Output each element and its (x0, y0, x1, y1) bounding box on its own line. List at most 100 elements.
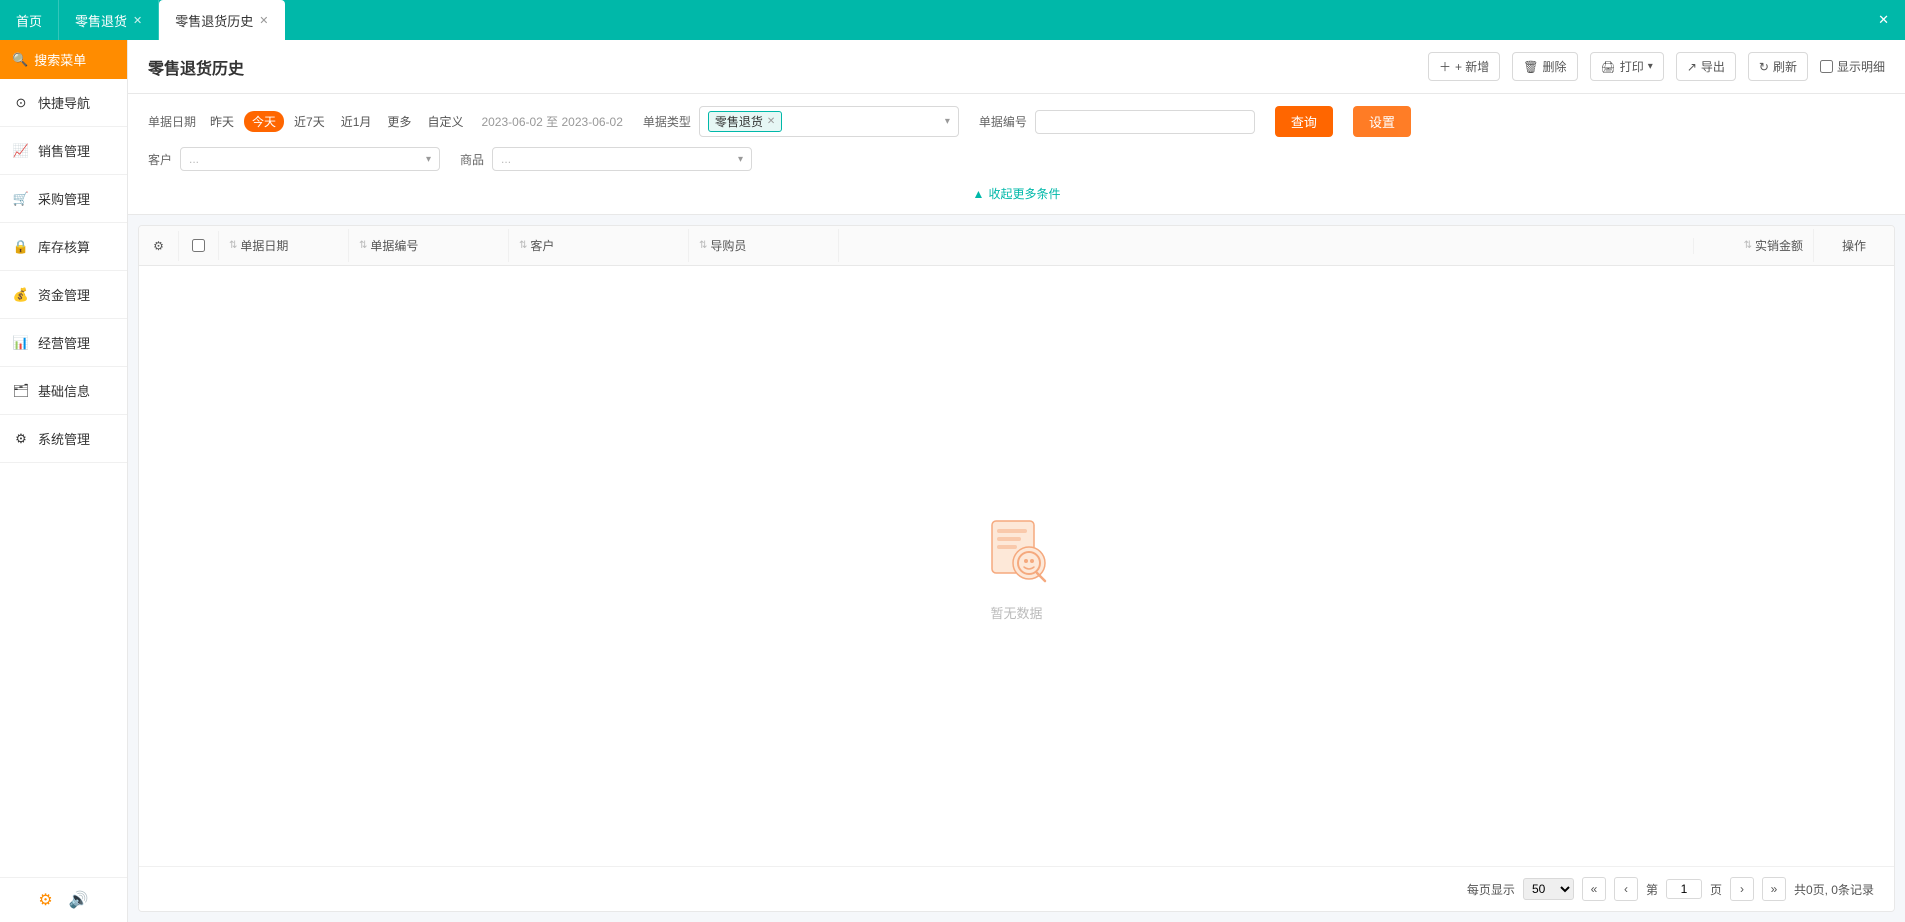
page-size-label: 每页显示 (1467, 881, 1515, 898)
sales-icon: 📈 (12, 142, 30, 160)
page-label: 第 (1646, 881, 1658, 898)
page-unit: 页 (1710, 881, 1722, 898)
purchase-icon: 🛒 (12, 190, 30, 208)
date-opt-1month[interactable]: 近1月 (335, 111, 378, 132)
date-filter-label: 单据日期 (148, 113, 196, 130)
voucher-type-dropdown-arrow: ▾ (945, 116, 950, 127)
sidebar-item-inventory[interactable]: 🔒 库存核算 (0, 223, 127, 271)
toolbar: ＋ + 新增 🗑 删除 🖨 打印 ▾ ↗ 导出 ↻ (1428, 52, 1885, 81)
voucher-type-filter-group: 单据类型 零售退货 ✕ ▾ (643, 106, 959, 137)
home-icon: ⊙ (12, 94, 30, 112)
filter-area: 单据日期 昨天 今天 近7天 近1月 更多 自定义 2023-06-02 至 2… (128, 94, 1905, 215)
export-button[interactable]: ↗ 导出 (1676, 52, 1736, 81)
sort-icon-customer[interactable]: ⇅ (519, 240, 527, 251)
refresh-icon: ↻ (1759, 60, 1769, 74)
current-page-input[interactable] (1666, 879, 1702, 899)
date-opt-custom[interactable]: 自定义 (421, 111, 469, 132)
date-opt-7days[interactable]: 近7天 (288, 111, 331, 132)
goods-select[interactable]: ... ▾ (492, 147, 752, 171)
th-date: ⇅ 单据日期 (219, 229, 349, 262)
content-area: 零售退货历史 ＋ + 新增 🗑 删除 🖨 打印 ▾ ↗ 导出 (128, 40, 1905, 922)
th-customer: ⇅ 客户 (509, 229, 689, 262)
date-filter-group: 单据日期 昨天 今天 近7天 近1月 更多 自定义 2023-06-02 至 2… (148, 111, 623, 132)
audio-icon-btn[interactable]: 🔊 (69, 890, 89, 910)
page-size-select[interactable]: 50 10 20 100 (1523, 878, 1574, 900)
sort-icon-guide[interactable]: ⇅ (699, 240, 707, 251)
collapse-icon: ▲ (973, 187, 985, 201)
query-button[interactable]: 查询 (1275, 106, 1333, 137)
customer-select[interactable]: ... ▾ (180, 147, 440, 171)
prev-page-button[interactable]: ‹ (1614, 877, 1638, 901)
delete-button[interactable]: 🗑 删除 (1512, 52, 1577, 81)
system-icon: ⚙ (12, 430, 30, 448)
sidebar-item-quick-nav[interactable]: ⊙ 快捷导航 (0, 79, 127, 127)
basic-icon: 🗂 (12, 382, 30, 400)
table-area: ⚙ ⇅ 单据日期 ⇅ 单据编号 ⇅ 客户 ⇅ (138, 225, 1895, 912)
sidebar-item-finance[interactable]: 💰 资金管理 (0, 271, 127, 319)
sort-icon-amount[interactable]: ⇅ (1744, 240, 1752, 251)
print-dropdown-icon: ▾ (1648, 61, 1653, 72)
page-header: 零售退货历史 ＋ + 新增 🗑 删除 🖨 打印 ▾ ↗ 导出 (128, 40, 1905, 94)
voucher-no-filter-group: 单据编号 (979, 110, 1255, 134)
close-tab-retail-return-history[interactable]: ✕ (259, 14, 268, 27)
first-page-button[interactable]: « (1582, 877, 1606, 901)
sidebar-item-operations[interactable]: 📊 经营管理 (0, 319, 127, 367)
delete-icon: 🗑 (1523, 60, 1538, 74)
customer-filter-group: 客户 ... ▾ (148, 147, 440, 171)
customer-label: 客户 (148, 151, 172, 168)
finance-icon: 💰 (12, 286, 30, 304)
sidebar-item-sales[interactable]: 📈 销售管理 (0, 127, 127, 175)
date-opt-today[interactable]: 今天 (244, 111, 284, 132)
date-range-display: 2023-06-02 至 2023-06-02 (481, 113, 622, 130)
th-actions: 操作 (1814, 229, 1894, 262)
refresh-button[interactable]: ↻ 刷新 (1748, 52, 1808, 81)
th-checkbox[interactable] (179, 231, 219, 260)
sort-icon-date[interactable]: ⇅ (229, 240, 237, 251)
empty-icon (977, 511, 1057, 591)
date-options: 昨天 今天 近7天 近1月 更多 自定义 (204, 111, 469, 132)
next-page-button[interactable]: › (1730, 877, 1754, 901)
tab-retail-return-history[interactable]: 零售退货历史 ✕ (159, 0, 285, 40)
print-button[interactable]: 🖨 打印 ▾ (1590, 52, 1664, 81)
collapse-filter-button[interactable]: ▲ 收起更多条件 (148, 181, 1885, 206)
settings-icon-btn[interactable]: ⚙ (38, 890, 52, 910)
print-icon: 🖨 (1601, 60, 1616, 74)
main-layout: 🔍 搜索菜单 ⊙ 快捷导航 📈 销售管理 🛒 采购管理 🔒 库存核算 💰 资金管… (0, 40, 1905, 922)
top-bar: 首页 零售退货 ✕ 零售退货历史 ✕ ✕ (0, 0, 1905, 40)
settings-icon: ⚙ (153, 239, 164, 253)
voucher-no-label: 单据编号 (979, 113, 1027, 130)
th-settings[interactable]: ⚙ (139, 231, 179, 261)
empty-state: 暂无数据 (139, 266, 1894, 866)
voucher-type-tag-close[interactable]: ✕ (767, 116, 775, 127)
customer-dropdown-arrow: ▾ (426, 154, 431, 165)
tab-home[interactable]: 首页 (0, 0, 59, 40)
sidebar-bottom: ⚙ 🔊 (0, 877, 127, 922)
window-close-button[interactable]: ✕ (1878, 12, 1905, 28)
show-detail-checkbox-label[interactable]: 显示明细 (1820, 58, 1885, 75)
date-opt-yesterday[interactable]: 昨天 (204, 111, 240, 132)
sort-icon-no[interactable]: ⇅ (359, 240, 367, 251)
export-icon: ↗ (1687, 60, 1697, 74)
sidebar-search[interactable]: 🔍 搜索菜单 (0, 40, 127, 79)
date-opt-more[interactable]: 更多 (381, 111, 417, 132)
tab-retail-return[interactable]: 零售退货 ✕ (59, 0, 159, 40)
operations-icon: 📊 (12, 334, 30, 352)
filter-row-1: 单据日期 昨天 今天 近7天 近1月 更多 自定义 2023-06-02 至 2… (148, 106, 1885, 137)
page-title: 零售退货历史 (148, 55, 244, 79)
last-page-button[interactable]: » (1762, 877, 1786, 901)
voucher-no-input[interactable] (1035, 110, 1255, 134)
goods-label: 商品 (460, 151, 484, 168)
close-tab-retail-return[interactable]: ✕ (133, 14, 142, 27)
pagination: 每页显示 50 10 20 100 « ‹ 第 页 › » 共0页, 0条记录 (139, 866, 1894, 911)
sidebar-item-system[interactable]: ⚙ 系统管理 (0, 415, 127, 463)
setting-button[interactable]: 设置 (1353, 106, 1411, 137)
sidebar: 🔍 搜索菜单 ⊙ 快捷导航 📈 销售管理 🛒 采购管理 🔒 库存核算 💰 资金管… (0, 40, 128, 922)
voucher-type-select[interactable]: 零售退货 ✕ ▾ (699, 106, 959, 137)
select-all-checkbox[interactable] (192, 239, 205, 252)
sidebar-item-basic[interactable]: 🗂 基础信息 (0, 367, 127, 415)
sidebar-item-purchase[interactable]: 🛒 采购管理 (0, 175, 127, 223)
add-button[interactable]: ＋ + 新增 (1428, 52, 1500, 81)
th-amount: ⇅ 实销金额 (1694, 229, 1814, 262)
goods-dropdown-arrow: ▾ (738, 154, 743, 165)
show-detail-checkbox[interactable] (1820, 60, 1833, 73)
